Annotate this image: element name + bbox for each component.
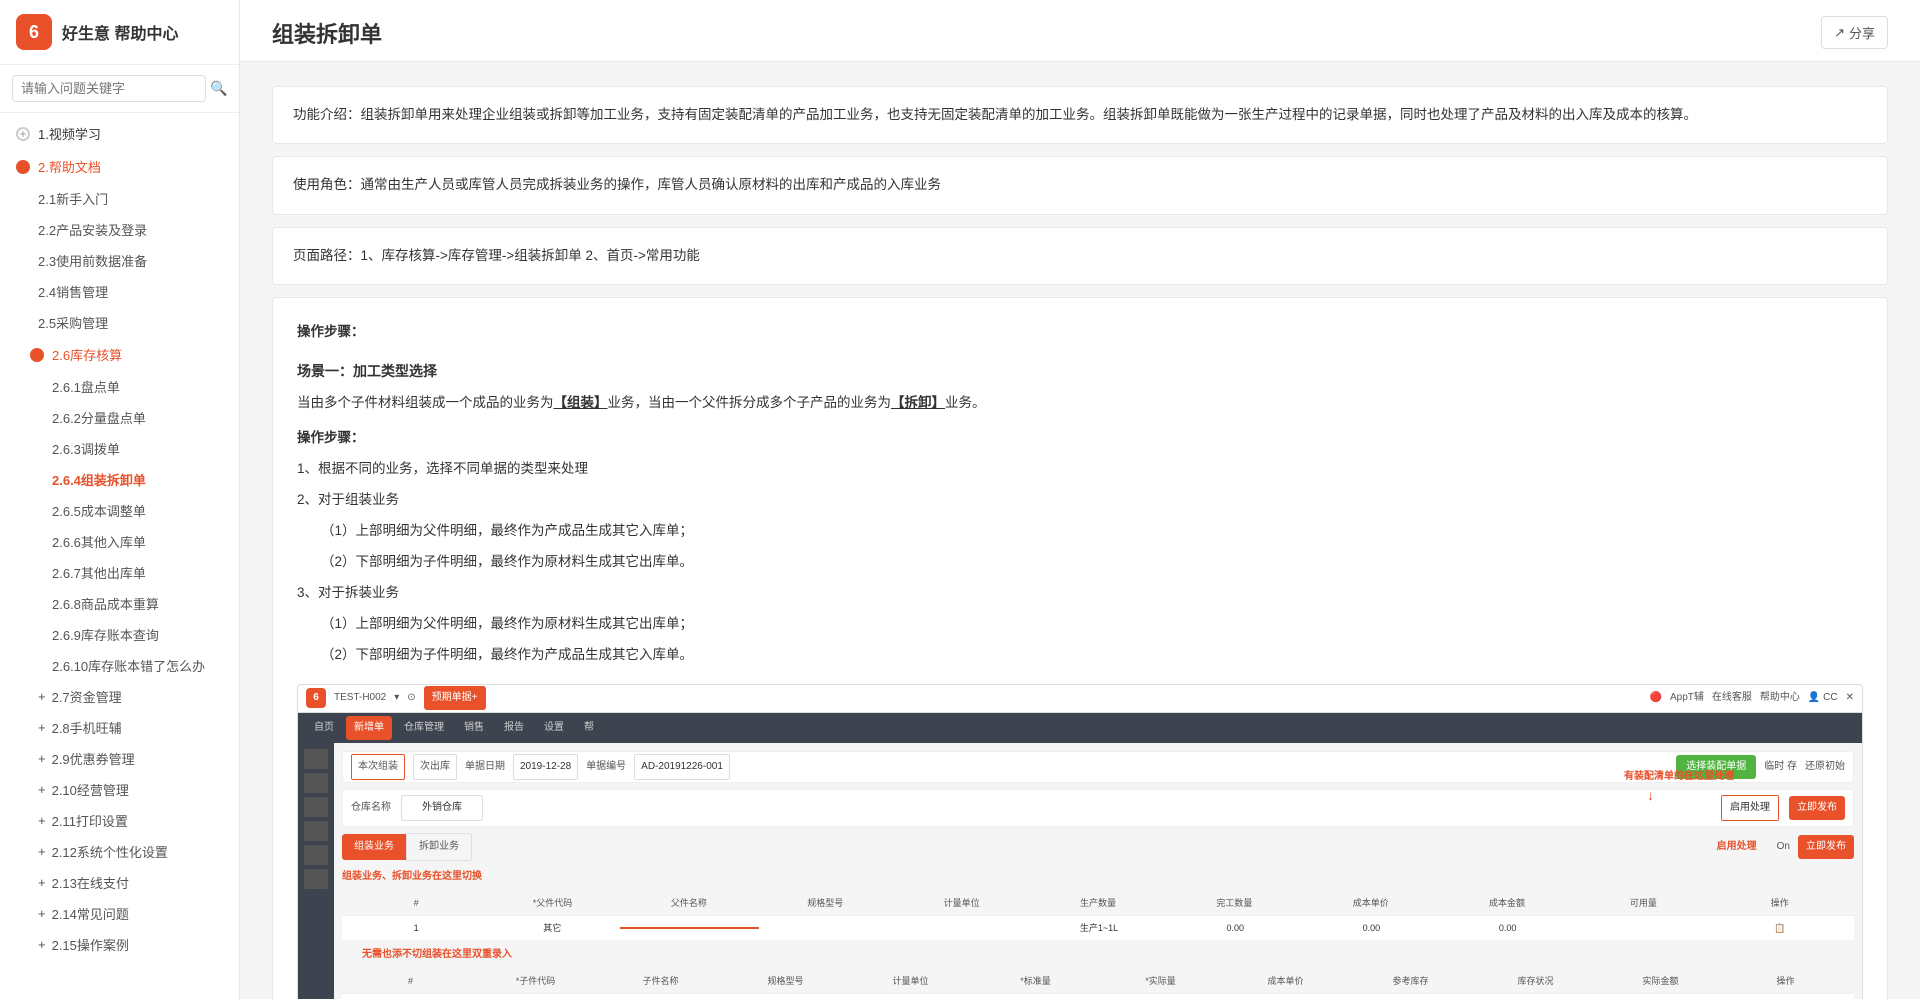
sidebar-item-docs[interactable]: 2.帮助文档 xyxy=(0,150,239,183)
logo-icon: 6 xyxy=(16,14,52,50)
annotation-4: 无需也添不切组装在这里双重录入 xyxy=(362,945,1854,965)
nav-section: + 1.视频学习 2.帮助文档 2.1新手入门 2.2产品安装及登录 2.3使用… xyxy=(0,113,239,964)
annotation-2: 组装业务、拆卸业务在这里切换 xyxy=(342,867,1854,887)
sidebar-item-docs-261[interactable]: 2.6.1盘点单 xyxy=(0,371,239,402)
annotation-1: 有装配清单的在这里处理 xyxy=(1624,767,1734,787)
share-icon: ↗ xyxy=(1834,25,1845,41)
sidebar-item-docs-28[interactable]: + 2.8手机旺辅 xyxy=(0,712,239,743)
path-block: 页面路径：1、库存核算->库存管理->组装拆卸单 2、首页->常用功能 xyxy=(272,227,1888,285)
scenario1-desc: 当由多个子件材料组装成一个成品的业务为【组装】业务，当由一个父件拆分成多个子产品… xyxy=(297,389,1863,416)
mock-child-table: # *子件代码 子件名称 规格型号 计量单位 *标准量 *实际量 成本单价 参考… xyxy=(342,969,1854,999)
sidebar-label-docs-21: 2.1新手入门 xyxy=(38,189,108,208)
sidebar-item-docs-213[interactable]: + 2.13在线支付 xyxy=(0,867,239,898)
table-row: 1 其它 生产1~1L 0.00 0.00 0.00 xyxy=(342,916,1854,941)
sidebar-label-docs-25: 2.5采购管理 xyxy=(38,313,108,332)
mock-type-tab1: 本次组装 xyxy=(351,754,405,780)
share-label: 分享 xyxy=(1849,23,1875,42)
mock-type-tab2: 次出库 xyxy=(413,754,457,780)
sidebar-label-docs-23: 2.3使用前数据准备 xyxy=(38,251,147,270)
circle-icon-docs xyxy=(16,160,30,174)
role-text: 使用角色：通常由生产人员或库管人员完成拆装业务的操作，库管人员确认原材料的出库和… xyxy=(293,177,941,192)
sidebar-item-docs-215[interactable]: + 2.15操作案例 xyxy=(0,929,239,960)
content-area: 功能介绍：组装拆卸单用来处理企业组装或拆卸等加工业务，支持有固定装配清单的产品加… xyxy=(240,62,1920,999)
steps-block: 操作步骤： 场景一：加工类型选择 当由多个子件材料组装成一个成品的业务为【组装】… xyxy=(272,297,1888,999)
search-button[interactable]: 🔍 xyxy=(206,80,231,97)
role-block: 使用角色：通常由生产人员或库管人员完成拆装业务的操作，库管人员确认原材料的出库和… xyxy=(272,156,1888,214)
sidebar-item-docs-27[interactable]: + 2.7资金管理 xyxy=(0,681,239,712)
mock-logo: 6 xyxy=(306,688,326,708)
sidebar-item-docs-23[interactable]: 2.3使用前数据准备 xyxy=(0,245,239,276)
step2-1: （1）上部明细为父件明细，最终作为产成品生成其它入库单； xyxy=(321,517,1863,544)
search-box[interactable]: 🔍 xyxy=(0,65,239,113)
mock-content-area: 本次组装 次出库 单据日期 2019-12-28 单据编号 AD-2019122… xyxy=(334,743,1862,999)
step-title: 操作步骤： xyxy=(297,424,1863,451)
circle-icon-docs-26 xyxy=(30,348,44,362)
share-button[interactable]: ↗ 分享 xyxy=(1821,16,1888,49)
sidebar-item-docs-268[interactable]: 2.6.8商品成本重算 xyxy=(0,588,239,619)
intro-block: 功能介绍：组装拆卸单用来处理企业组装或拆卸等加工业务，支持有固定装配清单的产品加… xyxy=(272,86,1888,144)
sidebar-item-video[interactable]: + 1.视频学习 xyxy=(0,117,239,150)
sidebar-item-docs-269[interactable]: 2.6.9库存账本查询 xyxy=(0,619,239,650)
mock-form-section: 仓库名称 外销仓库 启用处理 立即发布 有装配清单的在这里处理 ↓ xyxy=(342,789,1854,827)
mock-screen: 6 TEST-H002 ▾ ⊙ 预期单据+ 🔴 AppT辅 在线客服 帮助中心 … xyxy=(298,685,1862,999)
screenshot-container: 6 TEST-H002 ▾ ⊙ 预期单据+ 🔴 AppT辅 在线客服 帮助中心 … xyxy=(297,684,1863,999)
plus-icon-video: + xyxy=(16,127,30,141)
path-text: 页面路径：1、库存核算->库存管理->组装拆卸单 2、首页->常用功能 xyxy=(293,248,700,263)
sidebar-item-docs-212[interactable]: + 2.12系统个性化设置 xyxy=(0,836,239,867)
mock-topbar-shop: ▾ xyxy=(394,688,399,708)
step3-1: （1）上部明细为父件明细，最终作为原材料生成其它出库单； xyxy=(321,610,1863,637)
step1: 1、根据不同的业务，选择不同单据的类型来处理 xyxy=(297,455,1863,482)
operations-title: 操作步骤： xyxy=(297,318,1863,345)
sidebar-item-docs-263[interactable]: 2.6.3调拨单 xyxy=(0,433,239,464)
sidebar-label-docs-24: 2.4销售管理 xyxy=(38,282,108,301)
mock-topbar-shop-name: ⊙ xyxy=(407,688,415,708)
mock-tabs-row: 组装业务 拆卸业务 启用处理 On 立即发布 xyxy=(342,833,1854,861)
sidebar-item-docs-267[interactable]: 2.6.7其他出库单 xyxy=(0,557,239,588)
mock-topbar-badge: 预期单据+ xyxy=(424,686,486,710)
logo-text: 好生意 帮助中心 xyxy=(62,20,178,44)
sidebar-item-docs-262[interactable]: 2.6.2分量盘点单 xyxy=(0,402,239,433)
sidebar-label-docs-26: 2.6库存核算 xyxy=(52,345,122,364)
step2-2: （2）下部明细为子件明细，最终作为原材料生成其它出库单。 xyxy=(321,548,1863,575)
sidebar-item-docs-266[interactable]: 2.6.6其他入库单 xyxy=(0,526,239,557)
sidebar: 6 好生意 帮助中心 🔍 + 1.视频学习 2.帮助文档 2.1新手入门 2.2… xyxy=(0,0,240,999)
sidebar-item-docs-29[interactable]: + 2.9优惠券管理 xyxy=(0,743,239,774)
sidebar-item-docs-210[interactable]: + 2.10经营管理 xyxy=(0,774,239,805)
mock-topbar-id: TEST-H002 xyxy=(334,688,386,708)
mock-body: 本次组装 次出库 单据日期 2019-12-28 单据编号 AD-2019122… xyxy=(298,743,1862,999)
logo-area: 6 好生意 帮助中心 xyxy=(0,0,239,65)
sidebar-item-docs-265[interactable]: 2.6.5成本调整单 xyxy=(0,495,239,526)
step3-2: （2）下部明细为子件明细，最终作为产成品生成其它入库单。 xyxy=(321,641,1863,668)
table-row: 1 测品 1 （包装+） 30.00 60.0 0.00 0.00 0.00 0… xyxy=(342,994,1854,999)
step2: 2、对于组装业务 xyxy=(297,486,1863,513)
sidebar-item-docs-22[interactable]: 2.2产品安装及登录 xyxy=(0,214,239,245)
sidebar-item-docs-25[interactable]: 2.5采购管理 xyxy=(0,307,239,338)
sidebar-item-docs-24[interactable]: 2.4销售管理 xyxy=(0,276,239,307)
scenario1-title: 场景一：加工类型选择 xyxy=(297,357,1863,385)
mock-topbar: 6 TEST-H002 ▾ ⊙ 预期单据+ 🔴 AppT辅 在线客服 帮助中心 … xyxy=(298,685,1862,713)
main-content: 组装拆卸单 ↗ 分享 功能介绍：组装拆卸单用来处理企业组装或拆卸等加工业务，支持… xyxy=(240,0,1920,999)
page-title: 组装拆卸单 xyxy=(272,17,382,49)
mock-parent-table: # *父件代码 父件名称 规格型号 计量单位 生产数量 完工数量 成本单价 成本… xyxy=(342,891,1854,941)
search-input[interactable] xyxy=(12,75,206,102)
sidebar-item-docs-21[interactable]: 2.1新手入门 xyxy=(0,183,239,214)
sidebar-label-docs-22: 2.2产品安装及登录 xyxy=(38,220,147,239)
page-header: 组装拆卸单 ↗ 分享 xyxy=(240,0,1920,62)
step3: 3、对于拆装业务 xyxy=(297,579,1863,606)
mock-sidebar xyxy=(298,743,334,999)
sidebar-item-docs-264[interactable]: 2.6.4组装拆卸单 xyxy=(0,464,239,495)
sidebar-label-docs: 2.帮助文档 xyxy=(38,157,101,176)
sidebar-item-docs-214[interactable]: + 2.14常见问题 xyxy=(0,898,239,929)
annotation-3: 启用处理 xyxy=(1717,837,1757,857)
sidebar-label-video: 1.视频学习 xyxy=(38,124,101,143)
sidebar-item-docs-211[interactable]: + 2.11打印设置 xyxy=(0,805,239,836)
sidebar-item-docs-26[interactable]: 2.6库存核算 xyxy=(0,338,239,371)
intro-text: 功能介绍：组装拆卸单用来处理企业组装或拆卸等加工业务，支持有固定装配清单的产品加… xyxy=(293,107,1697,122)
mock-nav: 自页 新增单 仓库管理 销售 报告 设置 帮 xyxy=(298,713,1862,743)
sidebar-item-docs-2610[interactable]: 2.6.10库存账本错了怎么办 xyxy=(0,650,239,681)
